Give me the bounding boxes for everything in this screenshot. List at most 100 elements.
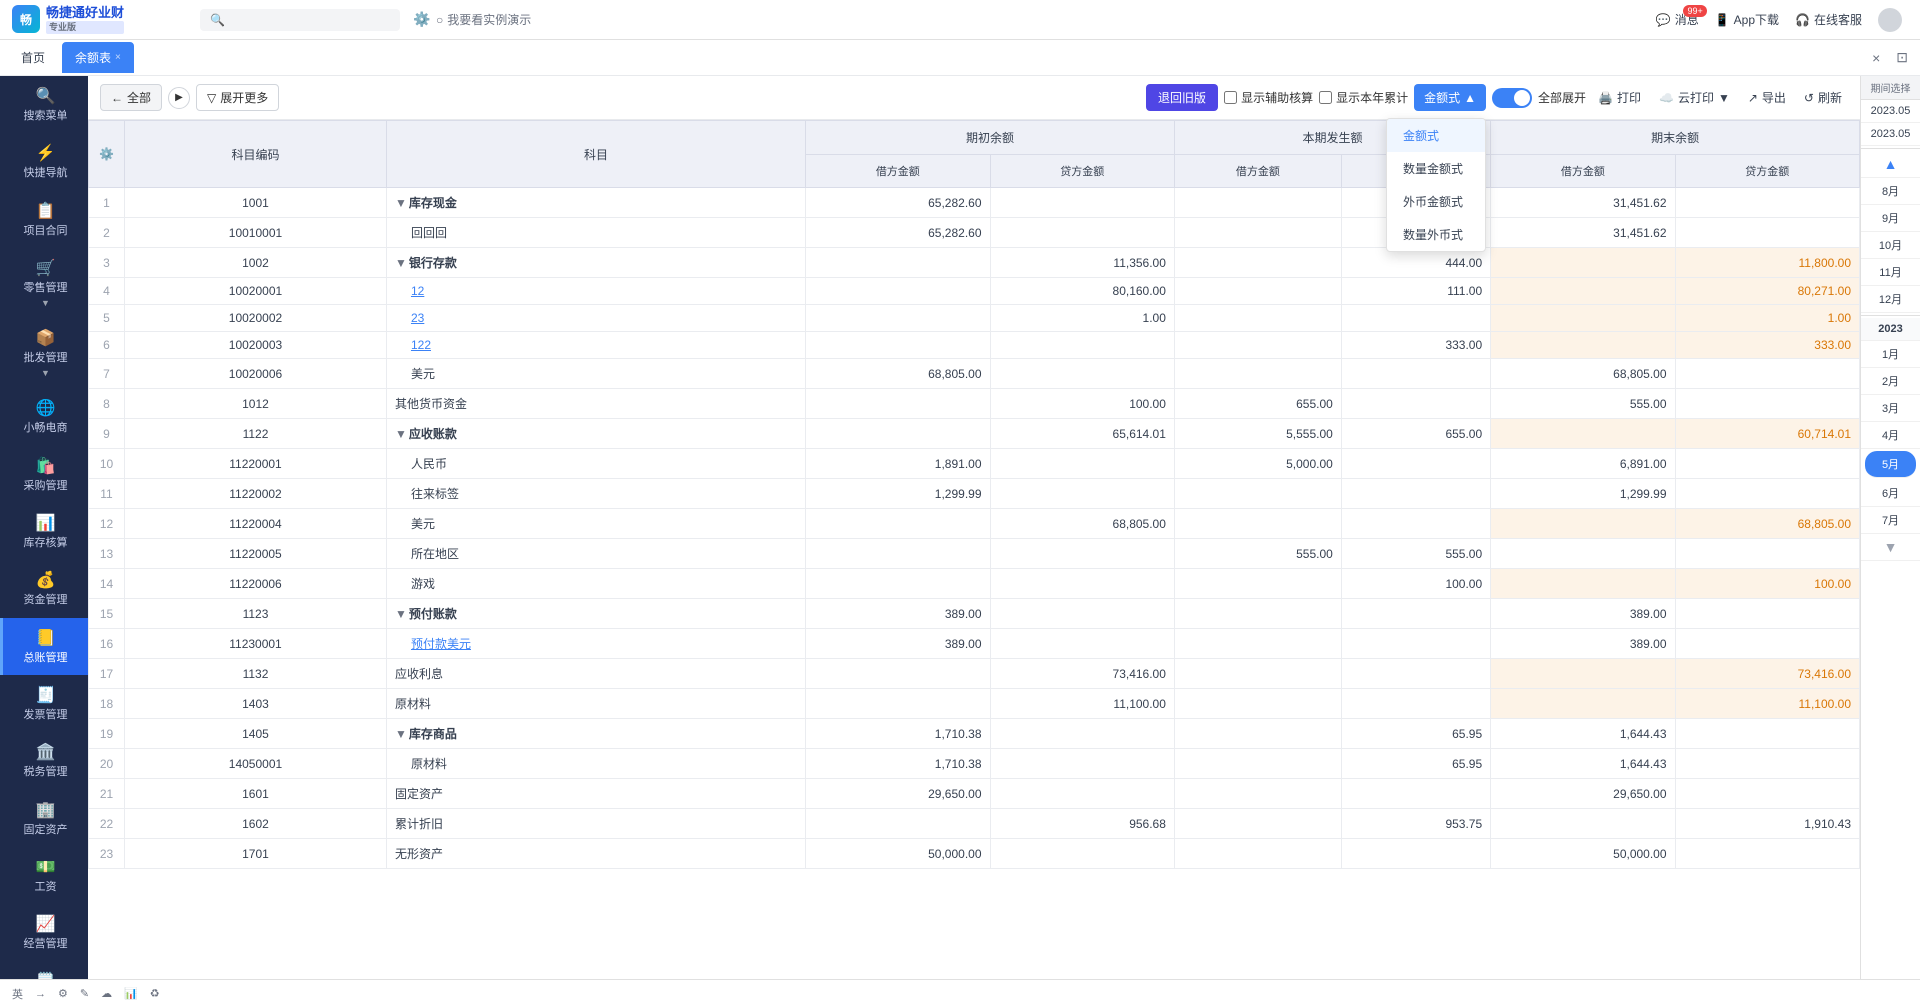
sidebar-item-ecommerce[interactable]: 🌐 小畅电商 xyxy=(0,388,88,445)
cell-period-debit xyxy=(1174,248,1341,278)
expand-more-btn[interactable]: ▽ 展开更多 xyxy=(196,84,279,111)
top-bar-right: 💬 消息 99+ 📱 App下载 🎧 在线客服 xyxy=(1656,8,1908,32)
message-btn[interactable]: 💬 消息 99+ xyxy=(1656,11,1699,28)
refresh-btn[interactable]: ↺ 刷新 xyxy=(1798,85,1848,110)
cell-period-credit: 65.95 xyxy=(1341,719,1490,749)
show-ytd-checkbox[interactable]: 显示本年累计 xyxy=(1319,89,1408,106)
sidebar-item-purchase[interactable]: 🛍️ 采购管理 xyxy=(0,446,88,503)
sidebar-item-capital[interactable]: 💰 资金管理 xyxy=(0,560,88,617)
table-row: 11 11220002 往来标签 1,299.99 1,299.99 xyxy=(89,479,1860,509)
period-jun[interactable]: 6月 xyxy=(1861,480,1920,507)
cell-closing-debit xyxy=(1491,569,1675,599)
period-mar[interactable]: 3月 xyxy=(1861,395,1920,422)
dropdown-item-qty-amount[interactable]: 数量金额式 xyxy=(1387,152,1485,185)
cell-closing-debit xyxy=(1491,248,1675,278)
sidebar-item-invoice[interactable]: 🧾 发票管理 xyxy=(0,675,88,732)
tab-close-btn[interactable]: × xyxy=(1868,46,1884,70)
show-assist-input[interactable] xyxy=(1224,91,1237,104)
sidebar-item-inventory[interactable]: 📊 库存核算 xyxy=(0,503,88,560)
sidebar-item-retail[interactable]: 🛒 零售管理 ▼ xyxy=(0,248,88,318)
cell-name[interactable]: 12 xyxy=(386,278,805,305)
period-nav-down[interactable]: ▼ xyxy=(1861,534,1920,561)
amount-style-btn[interactable]: 金额式 ▲ xyxy=(1414,84,1486,111)
status-settings[interactable]: ⚙ xyxy=(58,987,68,1000)
period-apr[interactable]: 4月 xyxy=(1861,422,1920,449)
sidebar-item-wholesale[interactable]: 📦 批发管理 ▼ xyxy=(0,318,88,388)
cloud-print-btn[interactable]: ☁️ 云打印 ▼ xyxy=(1653,85,1736,110)
status-chart[interactable]: 📊 xyxy=(124,987,138,1000)
cell-period-credit: 65.95 xyxy=(1341,749,1490,779)
sidebar-item-contract[interactable]: 📋 项目合同 xyxy=(0,191,88,248)
settings-icon-btn[interactable]: ⚙️ xyxy=(408,6,436,34)
status-lang[interactable]: 英 xyxy=(12,986,23,1002)
period-start-date[interactable]: 2023.05 xyxy=(1861,100,1920,123)
cell-opening-credit xyxy=(990,599,1174,629)
status-refresh[interactable]: ♻ xyxy=(150,987,160,1000)
cell-code: 10020006 xyxy=(125,359,387,389)
period-dec[interactable]: 12月 xyxy=(1861,286,1920,313)
sidebar-item-operations[interactable]: 📈 经营管理 xyxy=(0,904,88,961)
dropdown-item-foreign-amount[interactable]: 外币金额式 xyxy=(1387,185,1485,218)
return-old-btn[interactable]: 退回旧版 xyxy=(1146,84,1218,111)
sidebar-item-search[interactable]: 🔍 搜索菜单 xyxy=(0,76,88,133)
tab-balance-sheet[interactable]: 余额表 × xyxy=(62,42,134,73)
nav-forward-btn[interactable]: ▶ xyxy=(168,87,190,109)
cell-opening-credit xyxy=(990,332,1174,359)
sidebar-item-salary[interactable]: 💵 工资 xyxy=(0,847,88,904)
user-menu[interactable] xyxy=(1878,8,1908,32)
cell-period-credit xyxy=(1341,305,1490,332)
period-sep[interactable]: 9月 xyxy=(1861,205,1920,232)
show-assist-checkbox[interactable]: 显示辅助核算 xyxy=(1224,89,1313,106)
tab-close-icon[interactable]: × xyxy=(115,52,121,63)
cell-opening-debit xyxy=(806,809,990,839)
tab-max-btn[interactable]: ⊡ xyxy=(1892,45,1912,70)
cell-name[interactable]: 预付款美元 xyxy=(386,629,805,659)
sidebar: 🔍 搜索菜单 ⚡ 快捷导航 📋 项目合同 🛒 零售管理 ▼ 📦 批发管理 ▼ 🌐… xyxy=(0,76,88,979)
period-jul[interactable]: 7月 xyxy=(1861,507,1920,534)
sidebar-item-assets[interactable]: 🏢 固定资产 xyxy=(0,790,88,847)
cell-opening-debit xyxy=(806,569,990,599)
period-nav-up[interactable]: ▲ xyxy=(1861,151,1920,178)
cell-no: 22 xyxy=(89,809,125,839)
th-settings[interactable]: ⚙️ xyxy=(89,121,125,188)
cell-closing-debit: 29,650.00 xyxy=(1491,779,1675,809)
period-feb[interactable]: 2月 xyxy=(1861,368,1920,395)
sidebar-item-report[interactable]: 🗒️ 小畅报销 xyxy=(0,961,88,979)
tabs-bar: 首页 余额表 × × ⊡ xyxy=(0,40,1920,76)
status-cloud[interactable]: ☁ xyxy=(101,987,112,1000)
print-btn[interactable]: 🖨️ 打印 xyxy=(1592,85,1647,110)
show-ytd-input[interactable] xyxy=(1319,91,1332,104)
refresh-label: 刷新 xyxy=(1818,89,1842,106)
online-service-btn[interactable]: 🎧 在线客服 xyxy=(1795,11,1862,28)
period-may-active[interactable]: 5月 xyxy=(1865,451,1916,478)
retail-icon: 🛒 xyxy=(36,258,56,278)
cell-no: 19 xyxy=(89,719,125,749)
period-jan[interactable]: 1月 xyxy=(1861,341,1920,368)
period-oct[interactable]: 10月 xyxy=(1861,232,1920,259)
period-nov[interactable]: 11月 xyxy=(1861,259,1920,286)
cell-name[interactable]: 122 xyxy=(386,332,805,359)
expand-all-toggle[interactable] xyxy=(1492,88,1532,108)
cell-code: 10010001 xyxy=(125,218,387,248)
sidebar-item-tax[interactable]: 🏛️ 税务管理 xyxy=(0,732,88,789)
cell-period-credit xyxy=(1341,659,1490,689)
app-download-btn[interactable]: 📱 App下载 xyxy=(1715,11,1779,28)
dropdown-item-qty-foreign[interactable]: 数量外币式 xyxy=(1387,218,1485,251)
tab-home[interactable]: 首页 xyxy=(8,42,58,73)
sidebar-item-ledger[interactable]: 📒 总账管理 xyxy=(0,618,88,675)
all-button[interactable]: ← 全部 xyxy=(100,84,162,111)
search-input[interactable] xyxy=(231,13,381,27)
table-row: 2 10010001 回回回 65,282.60 31,451.62 xyxy=(89,218,1860,248)
cell-closing-credit: 11,100.00 xyxy=(1675,689,1859,719)
period-aug[interactable]: 8月 xyxy=(1861,178,1920,205)
cell-no: 10 xyxy=(89,449,125,479)
status-edit[interactable]: ✎ xyxy=(80,987,89,1000)
period-end-date[interactable]: 2023.05 xyxy=(1861,123,1920,146)
dropdown-item-amount[interactable]: 金额式 xyxy=(1387,119,1485,152)
demo-link[interactable]: ○ 我要看实例演示 xyxy=(436,11,531,28)
export-btn[interactable]: ↗ 导出 xyxy=(1742,85,1792,110)
sidebar-item-nav[interactable]: ⚡ 快捷导航 xyxy=(0,133,88,190)
search-bar[interactable]: 🔍 xyxy=(200,9,400,31)
period-year-2023[interactable]: 2023 xyxy=(1861,318,1920,341)
cell-name[interactable]: 23 xyxy=(386,305,805,332)
